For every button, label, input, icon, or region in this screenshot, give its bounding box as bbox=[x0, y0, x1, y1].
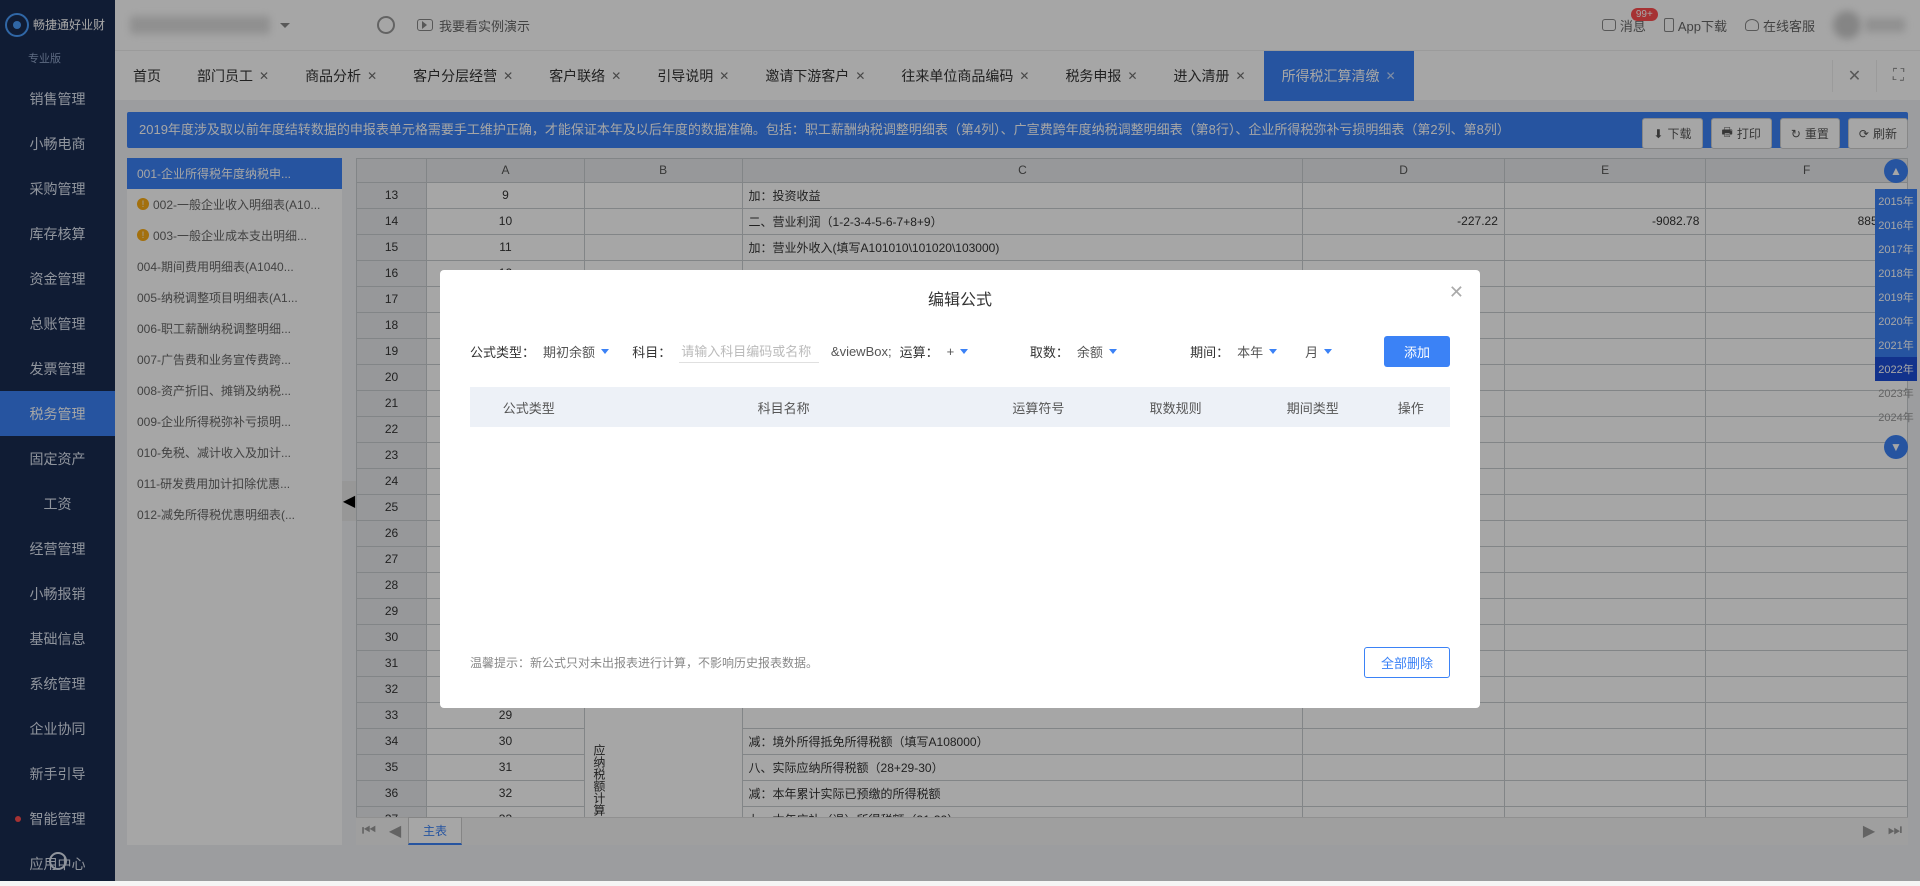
chevron-down-icon bbox=[1324, 349, 1332, 354]
period-year-select[interactable]: 本年 bbox=[1237, 342, 1297, 361]
period-month-select[interactable]: 月 bbox=[1305, 342, 1365, 361]
chevron-down-icon bbox=[1109, 349, 1117, 354]
op-label: 运算： bbox=[900, 342, 939, 361]
modal-tip: 温馨提示：新公式只对未出报表进行计算，不影响历史报表数据。 bbox=[470, 654, 818, 671]
type-select[interactable]: 期初余额 bbox=[543, 342, 609, 361]
subject-input[interactable] bbox=[679, 341, 819, 363]
col-header: 公式类型 bbox=[470, 387, 588, 427]
col-header: 操作 bbox=[1372, 387, 1450, 427]
col-header: 运算符号 bbox=[980, 387, 1098, 427]
col-header: 取数规则 bbox=[1097, 387, 1254, 427]
chevron-down-icon bbox=[1269, 349, 1277, 354]
period-label: 期间： bbox=[1190, 342, 1229, 361]
fetch-select[interactable]: 余额 bbox=[1077, 342, 1167, 361]
modal-close-button[interactable]: ✕ bbox=[1449, 282, 1464, 303]
add-button[interactable]: 添加 bbox=[1384, 336, 1450, 367]
clear-all-button[interactable]: 全部删除 bbox=[1364, 647, 1450, 678]
formula-modal: 编辑公式 ✕ 公式类型： 期初余额 科目： &viewBox; 运算： + 取数… bbox=[440, 270, 1480, 708]
subject-label: 科目： bbox=[632, 342, 671, 361]
type-label: 公式类型： bbox=[470, 342, 535, 361]
formula-table: 公式类型科目名称运算符号取数规则期间类型操作 bbox=[470, 387, 1450, 627]
chevron-down-icon bbox=[960, 349, 968, 354]
chevron-down-icon bbox=[601, 349, 609, 354]
modal-title: 编辑公式 ✕ bbox=[440, 270, 1480, 326]
col-header: 科目名称 bbox=[588, 387, 980, 427]
formula-form: 公式类型： 期初余额 科目： &viewBox; 运算： + 取数： 余额 期间… bbox=[440, 326, 1480, 377]
op-select[interactable]: + bbox=[947, 344, 1007, 359]
col-header: 期间类型 bbox=[1254, 387, 1372, 427]
fetch-label: 取数： bbox=[1030, 342, 1069, 361]
